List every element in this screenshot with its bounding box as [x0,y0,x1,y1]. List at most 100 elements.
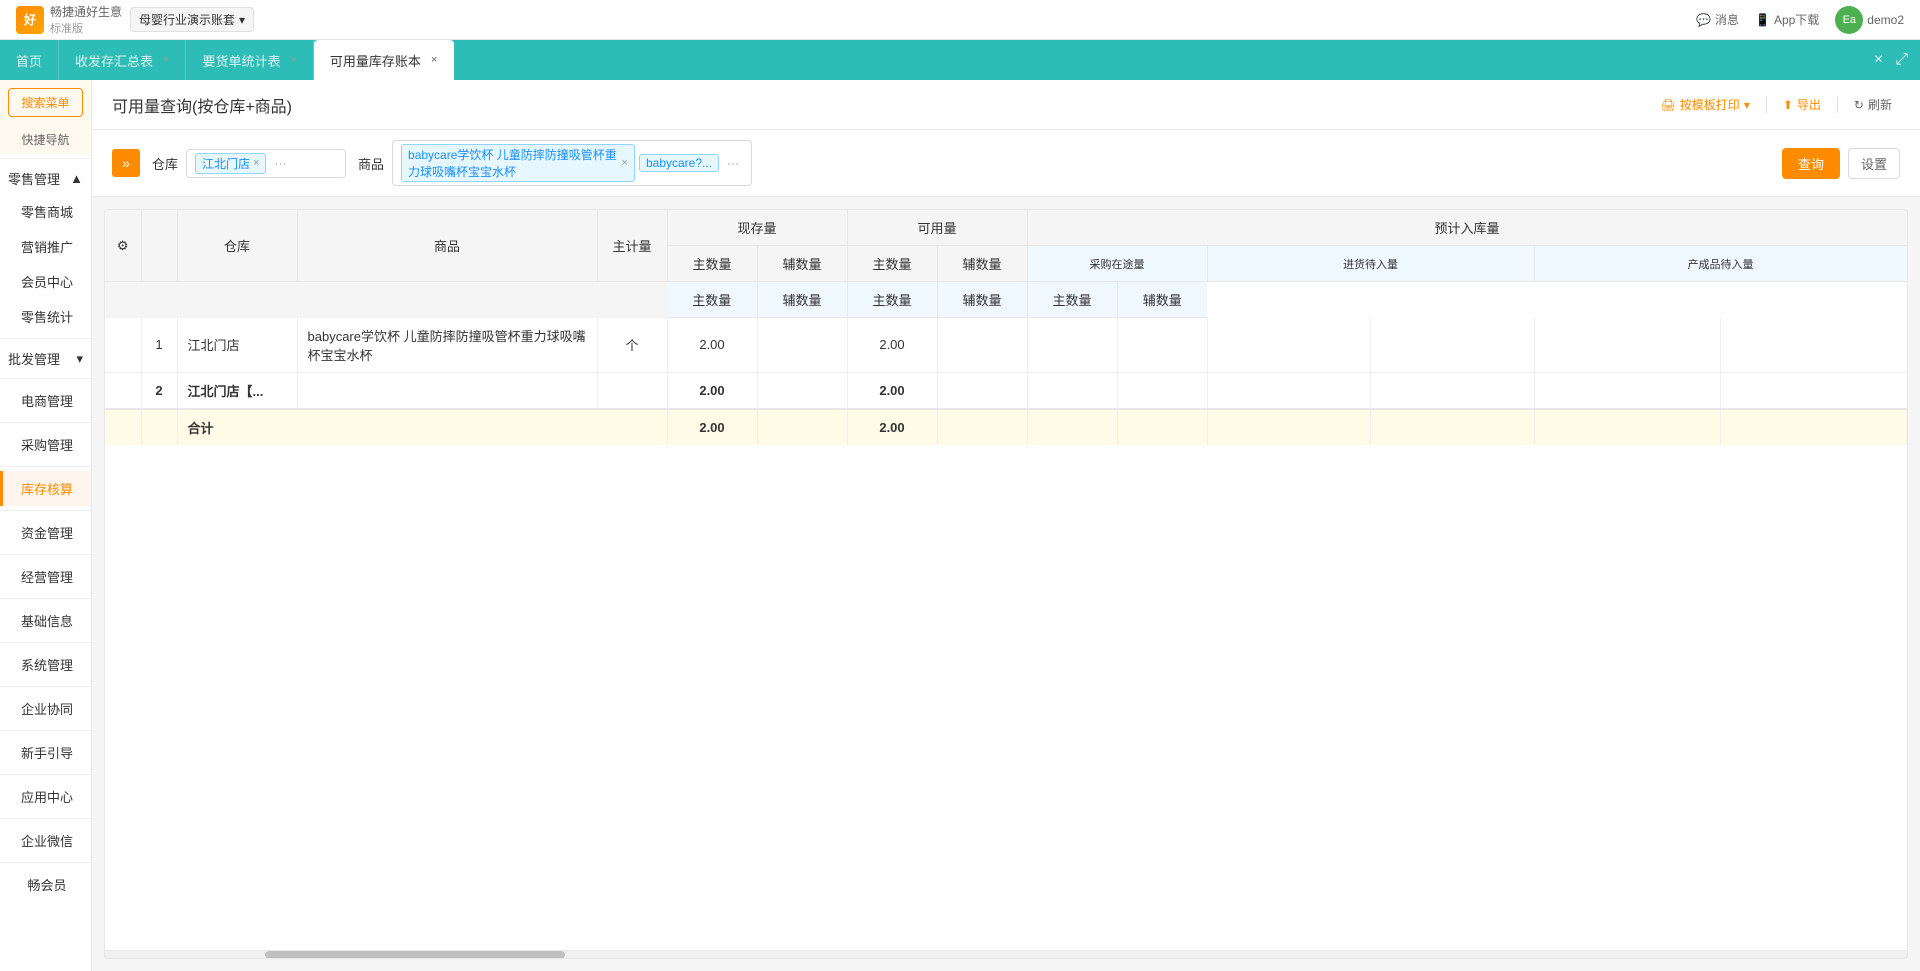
sidebar-item-basic[interactable]: 基础信息 [0,603,91,638]
refresh-btn[interactable]: ↻ 刷新 [1846,92,1900,117]
table-row: 2 江北门店【... 2.00 2.00 [105,372,1907,409]
sidebar-group-retail[interactable]: 零售管理 ▲ [0,163,91,194]
tabs-bar-right: × ⤢ [1870,40,1920,80]
product-filter-input[interactable]: babycare学饮杯 儿童防摔防撞吸管杯重力球吸嘴杯宝宝水杯 × babyca… [392,140,752,186]
export-icon: ⬆ [1783,98,1793,112]
message-label: 消息 [1715,11,1739,28]
sidebar-group-wholesale[interactable]: 批发管理 ▾ [0,343,91,374]
sidebar-item-ecommerce[interactable]: 电商管理 [0,383,91,418]
page-header-actions: 🖨 按模板打印 ▾ ⬆ 导出 ↻ 刷新 [1653,92,1900,117]
tab-shoufashou[interactable]: 收发存汇总表 × [59,40,186,80]
double-right-icon: » [122,155,130,171]
brand-label: 标准版 [50,20,122,36]
warehouse-filter-group: 仓库 江北门店 × ··· [152,149,346,178]
filter-toggle-btn[interactable]: » [112,149,140,177]
scrollbar-thumb[interactable] [265,951,565,959]
refresh-label: 刷新 [1868,96,1892,113]
td-purchase-main-2 [1027,372,1117,409]
sidebar-search-area: 搜索菜单 [0,80,91,125]
td-product-aux-2 [1720,372,1906,409]
table-scroll-area[interactable]: ⚙ 仓库 商品 主计量 [105,210,1907,950]
td-current-aux-2 [757,372,847,409]
tab-close-all-icon[interactable]: × [1870,47,1887,73]
tab-keyongliang[interactable]: 可用量库存账本 × [314,40,454,80]
table-header-row-1: ⚙ 仓库 商品 主计量 [105,210,1907,246]
sidebar-group-wholesale-label: 批发管理 [8,349,60,368]
warehouse-filter-input[interactable]: 江北门店 × ··· [186,149,346,178]
app-download-btn[interactable]: 📱 App下载 [1755,11,1819,28]
td-product-main-2 [1534,372,1720,409]
sidebar-quick-nav[interactable]: 快捷导航 [0,125,91,154]
export-label: 导出 [1797,96,1821,113]
sidebar-item-inventory[interactable]: 库存核算 [0,471,91,506]
sidebar-item-enterprise[interactable]: 企业协同 [0,691,91,726]
expand-icon-retail: ▲ [70,171,83,186]
td-purchase-aux-2 [1117,372,1207,409]
sidebar-item-vip[interactable]: 畅会员 [0,867,91,902]
warehouse-tag-text: 江北门店 [202,155,250,172]
sidebar-item-wechat[interactable]: 企业微信 [0,823,91,858]
filter-actions: 查询 设置 [1782,148,1900,179]
warehouse-ellipsis[interactable]: ··· [270,156,290,170]
industry-select[interactable]: 母婴行业演示账套 ▾ [130,7,254,32]
print-btn[interactable]: 🖨 按模板打印 ▾ [1653,92,1758,117]
th-incoming-aux: 辅数量 [937,282,1027,318]
td-gear [105,318,141,373]
tab-yaohuo[interactable]: 要货单统计表 × [186,40,313,80]
sidebar-item-retail-mall[interactable]: 零售商城 [0,194,91,229]
footer-label: 合计 [177,409,667,445]
th-rownum [141,210,177,282]
refresh-icon: ↻ [1854,98,1864,112]
sidebar-item-system[interactable]: 系统管理 [0,647,91,682]
product-ellipsis[interactable]: ··· [723,156,743,170]
sidebar-item-members[interactable]: 会员中心 [0,264,91,299]
logo-text: 畅捷通好生意 [50,3,122,20]
tab-maximize-icon[interactable]: ⤢ [1891,47,1912,73]
footer-i-aux [1371,409,1535,445]
td-purchase-aux-1 [1117,318,1207,373]
td-current-aux-1 [757,318,847,373]
td-product-main-1 [1534,318,1720,373]
footer-pp-main [1534,409,1720,445]
sidebar-item-appcenter[interactable]: 应用中心 [0,779,91,814]
sidebar-divider-14 [0,862,91,863]
sidebar-item-retail-stats[interactable]: 零售统计 [0,299,91,334]
sidebar-item-newguide[interactable]: 新手引导 [0,735,91,770]
product-tag-1-close[interactable]: × [622,157,628,169]
product-filter-group: 商品 babycare学饮杯 儿童防摔防撞吸管杯重力球吸嘴杯宝宝水杯 × bab… [358,140,752,186]
tab-keyongliang-label: 可用量库存账本 [330,51,421,70]
th-product-main: 主数量 [1027,282,1117,318]
sidebar-divider-3 [0,378,91,379]
user-name: demo2 [1867,13,1904,27]
td-incoming-main-1 [1207,318,1371,373]
search-menu-button[interactable]: 搜索菜单 [8,88,83,117]
th-incoming-pending-label: 进货待入量 [1207,246,1534,282]
horizontal-scrollbar[interactable] [105,950,1907,958]
query-button[interactable]: 查询 [1782,148,1840,179]
settings-button[interactable]: 设置 [1848,148,1900,179]
tab-yaohuo-label: 要货单统计表 [202,51,280,70]
tab-home-label: 首页 [16,51,42,70]
gear-icon[interactable]: ⚙ [117,238,129,253]
export-btn[interactable]: ⬆ 导出 [1775,92,1829,117]
td-unit-2 [597,372,667,409]
user-menu[interactable]: Ea demo2 [1835,6,1904,34]
table-header-row-3: 主数量 辅数量 主数量 辅数量 主数量 辅数量 [105,282,1907,318]
td-available-aux-1 [937,318,1027,373]
th-available: 可用量 [847,210,1027,246]
product-filter-label: 商品 [358,154,384,173]
sidebar-item-purchase[interactable]: 采购管理 [0,427,91,462]
tab-home[interactable]: 首页 [0,40,59,80]
sidebar-item-finance[interactable]: 资金管理 [0,515,91,550]
warehouse-tag-close[interactable]: × [253,157,259,169]
sidebar-item-marketing[interactable]: 营销推广 [0,229,91,264]
message-btn[interactable]: 💬 消息 [1696,11,1739,28]
sidebar-item-operations[interactable]: 经营管理 [0,559,91,594]
tab-shoufashou-close[interactable]: × [163,54,169,66]
tab-yaohuo-close[interactable]: × [290,54,296,66]
sidebar-divider-12 [0,774,91,775]
warehouse-filter-label: 仓库 [152,154,178,173]
th-purchase-aux: 辅数量 [757,282,847,318]
th-incoming-main: 主数量 [847,282,937,318]
tab-keyongliang-close[interactable]: × [431,54,437,66]
